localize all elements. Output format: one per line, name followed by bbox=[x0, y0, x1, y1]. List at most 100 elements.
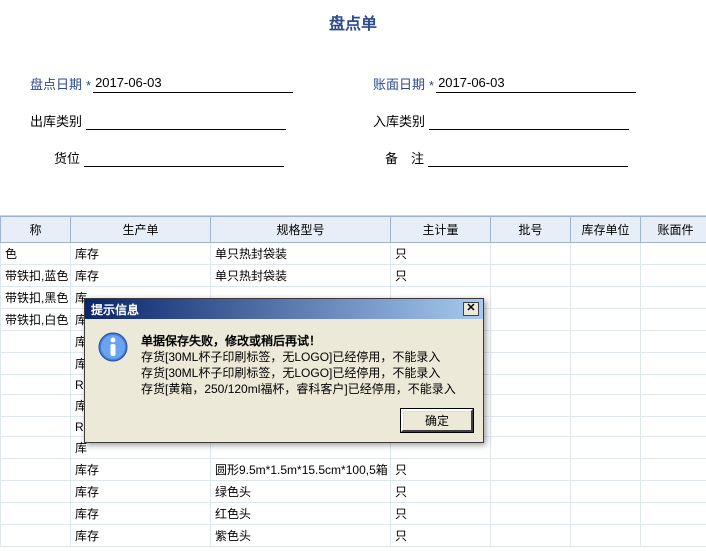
table-cell[interactable] bbox=[641, 417, 706, 437]
table-cell[interactable] bbox=[571, 375, 641, 395]
table-cell[interactable]: 色 bbox=[1, 243, 71, 265]
table-cell[interactable] bbox=[641, 309, 706, 331]
table-cell[interactable] bbox=[1, 353, 71, 375]
out-type-input[interactable] bbox=[86, 112, 286, 130]
table-cell[interactable] bbox=[641, 481, 706, 503]
table-cell[interactable] bbox=[571, 353, 641, 375]
table-cell[interactable] bbox=[571, 437, 641, 459]
table-row[interactable]: 库存红色头只 bbox=[1, 503, 706, 525]
col-name[interactable]: 称 bbox=[1, 217, 71, 243]
table-cell[interactable] bbox=[1, 503, 71, 525]
table-cell[interactable]: 只 bbox=[391, 525, 491, 547]
table-cell[interactable] bbox=[571, 243, 641, 265]
in-type-input[interactable] bbox=[429, 112, 629, 130]
table-cell[interactable] bbox=[1, 331, 71, 353]
table-cell[interactable] bbox=[571, 417, 641, 437]
table-cell[interactable]: 圆形9.5m*1.5m*15.5cm*100,5箱 bbox=[211, 459, 391, 481]
inventory-date-input[interactable]: 2017-06-03 bbox=[93, 75, 293, 93]
table-row[interactable]: 色库存单只热封袋装只 bbox=[1, 243, 706, 265]
table-cell[interactable] bbox=[571, 503, 641, 525]
table-cell[interactable] bbox=[491, 375, 571, 395]
table-cell[interactable] bbox=[571, 481, 641, 503]
table-cell[interactable] bbox=[641, 375, 706, 395]
table-cell[interactable] bbox=[491, 309, 571, 331]
table-cell[interactable]: 只 bbox=[391, 503, 491, 525]
table-cell[interactable] bbox=[491, 525, 571, 547]
table-cell[interactable] bbox=[491, 265, 571, 287]
table-cell[interactable] bbox=[641, 353, 706, 375]
location-input[interactable] bbox=[84, 149, 284, 167]
table-cell[interactable]: 绿色头 bbox=[211, 481, 391, 503]
table-cell[interactable]: 只 bbox=[391, 265, 491, 287]
col-spec[interactable]: 规格型号 bbox=[211, 217, 391, 243]
dialog-titlebar[interactable]: 提示信息 ✕ bbox=[85, 299, 483, 319]
table-cell[interactable] bbox=[1, 437, 71, 459]
dialog-title-text: 提示信息 bbox=[91, 301, 139, 318]
table-cell[interactable]: 库存 bbox=[71, 265, 211, 287]
table-cell[interactable] bbox=[641, 287, 706, 309]
table-cell[interactable] bbox=[571, 265, 641, 287]
table-cell[interactable] bbox=[641, 331, 706, 353]
table-row[interactable]: 带铁扣,蓝色库存单只热封袋装只 bbox=[1, 265, 706, 287]
table-cell[interactable]: 带铁扣,蓝色 bbox=[1, 265, 71, 287]
col-production[interactable]: 生产单 bbox=[71, 217, 211, 243]
dialog-ok-button[interactable]: 确定 bbox=[401, 409, 473, 432]
table-cell[interactable] bbox=[491, 243, 571, 265]
table-cell[interactable]: 库存 bbox=[71, 503, 211, 525]
col-stock-unit[interactable]: 库存单位 bbox=[571, 217, 641, 243]
table-cell[interactable] bbox=[571, 525, 641, 547]
table-cell[interactable]: 只 bbox=[391, 481, 491, 503]
table-cell[interactable]: 紫色头 bbox=[211, 525, 391, 547]
table-cell[interactable]: 只 bbox=[391, 243, 491, 265]
table-cell[interactable]: 库存 bbox=[71, 459, 211, 481]
table-cell[interactable] bbox=[491, 481, 571, 503]
table-cell[interactable] bbox=[491, 503, 571, 525]
table-cell[interactable] bbox=[641, 525, 706, 547]
table-cell[interactable] bbox=[491, 437, 571, 459]
dialog-line-header: 单据保存失败，修改或稍后再试！ bbox=[141, 333, 456, 349]
col-uom[interactable]: 主计量 bbox=[391, 217, 491, 243]
table-cell[interactable] bbox=[1, 417, 71, 437]
table-cell[interactable] bbox=[571, 287, 641, 309]
table-cell[interactable] bbox=[491, 395, 571, 417]
table-cell[interactable]: 红色头 bbox=[211, 503, 391, 525]
col-batch[interactable]: 批号 bbox=[491, 217, 571, 243]
table-cell[interactable] bbox=[571, 309, 641, 331]
message-dialog: 提示信息 ✕ 单据保存失败，修改或稍后再试！ 存货[30ML杯子印刷标签，无LO… bbox=[84, 298, 484, 443]
col-book-qty[interactable]: 账面件 bbox=[641, 217, 706, 243]
account-date-input[interactable]: 2017-06-03 bbox=[436, 75, 636, 93]
table-cell[interactable]: 只 bbox=[391, 459, 491, 481]
table-row[interactable]: 库存圆形9.5m*1.5m*15.5cm*100,5箱只 bbox=[1, 459, 706, 481]
table-cell[interactable] bbox=[491, 417, 571, 437]
table-cell[interactable]: 带铁扣,黑色 bbox=[1, 287, 71, 309]
table-cell[interactable]: 库存 bbox=[71, 243, 211, 265]
table-cell[interactable]: 单只热封袋装 bbox=[211, 243, 391, 265]
table-cell[interactable] bbox=[641, 265, 706, 287]
table-cell[interactable] bbox=[641, 395, 706, 417]
table-row[interactable]: 库存紫色头只 bbox=[1, 525, 706, 547]
table-cell[interactable]: 库存 bbox=[71, 481, 211, 503]
remark-input[interactable] bbox=[428, 149, 628, 167]
table-cell[interactable] bbox=[491, 287, 571, 309]
table-cell[interactable] bbox=[491, 459, 571, 481]
table-cell[interactable] bbox=[491, 331, 571, 353]
table-cell[interactable] bbox=[641, 503, 706, 525]
table-cell[interactable] bbox=[491, 353, 571, 375]
table-cell[interactable] bbox=[1, 375, 71, 395]
table-cell[interactable] bbox=[1, 395, 71, 417]
table-cell[interactable] bbox=[641, 459, 706, 481]
table-cell[interactable] bbox=[641, 243, 706, 265]
table-cell[interactable] bbox=[1, 525, 71, 547]
table-cell[interactable]: 单只热封袋装 bbox=[211, 265, 391, 287]
table-cell[interactable] bbox=[641, 437, 706, 459]
dialog-close-button[interactable]: ✕ bbox=[463, 302, 479, 316]
table-cell[interactable] bbox=[571, 331, 641, 353]
table-cell[interactable] bbox=[571, 459, 641, 481]
table-cell[interactable] bbox=[1, 481, 71, 503]
table-cell[interactable]: 带铁扣,白色 bbox=[1, 309, 71, 331]
table-row[interactable]: 库存绿色头只 bbox=[1, 481, 706, 503]
table-header-row: 称 生产单 规格型号 主计量 批号 库存单位 账面件 bbox=[1, 217, 706, 243]
table-cell[interactable] bbox=[1, 459, 71, 481]
table-cell[interactable]: 库存 bbox=[71, 525, 211, 547]
table-cell[interactable] bbox=[571, 395, 641, 417]
